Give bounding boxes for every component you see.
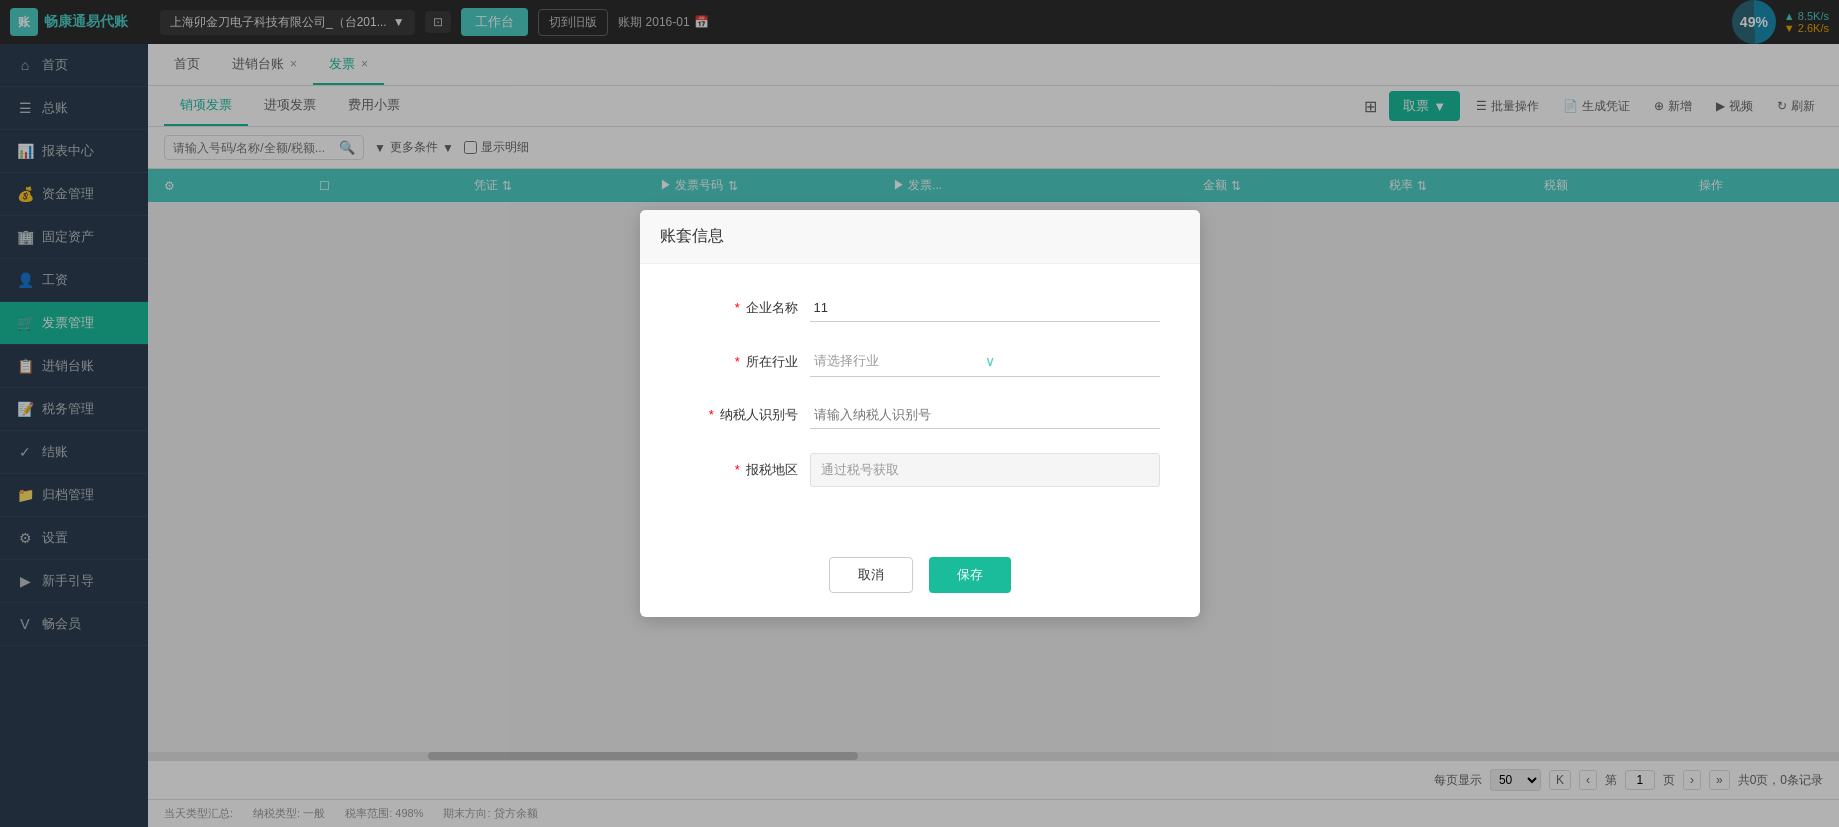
industry-placeholder: 请选择行业 (814, 352, 985, 370)
form-label-industry: * 所在行业 (680, 353, 810, 371)
label-text-industry: 所在行业 (746, 354, 798, 369)
form-row-company: * 企业名称 (680, 294, 1160, 322)
modal-title: 账套信息 (660, 227, 724, 244)
taxregion-disabled-input: 通过税号获取 (810, 453, 1160, 487)
modal-header: 账套信息 (640, 210, 1200, 264)
cancel-button[interactable]: 取消 (829, 557, 913, 593)
modal-body: * 企业名称 * 所在行业 请选择行业 ∨ * (640, 264, 1200, 541)
required-star-industry: * (735, 354, 740, 369)
label-text-taxid: 纳税人识别号 (720, 407, 798, 422)
label-text-taxregion: 报税地区 (746, 462, 798, 477)
taxregion-placeholder: 通过税号获取 (821, 462, 899, 477)
industry-dropdown-icon: ∨ (985, 353, 1156, 369)
form-row-taxid: * 纳税人识别号 (680, 401, 1160, 429)
taxid-input[interactable] (810, 401, 1160, 429)
form-label-company: * 企业名称 (680, 299, 810, 317)
form-row-industry: * 所在行业 请选择行业 ∨ (680, 346, 1160, 377)
form-row-taxregion: * 报税地区 通过税号获取 (680, 453, 1160, 487)
save-button[interactable]: 保存 (929, 557, 1011, 593)
form-label-taxregion: * 报税地区 (680, 461, 810, 479)
form-label-taxid: * 纳税人识别号 (680, 406, 810, 424)
modal-overlay[interactable]: 账套信息 * 企业名称 * 所在行业 请选择行业 ∨ (0, 0, 1839, 827)
company-name-input[interactable] (810, 294, 1160, 322)
label-text-company: 企业名称 (746, 300, 798, 315)
account-info-modal: 账套信息 * 企业名称 * 所在行业 请选择行业 ∨ (640, 210, 1200, 617)
modal-footer: 取消 保存 (640, 541, 1200, 617)
required-star-taxregion: * (735, 462, 740, 477)
required-star-taxid: * (709, 407, 714, 422)
industry-select[interactable]: 请选择行业 ∨ (810, 346, 1160, 377)
required-star-company: * (735, 300, 740, 315)
